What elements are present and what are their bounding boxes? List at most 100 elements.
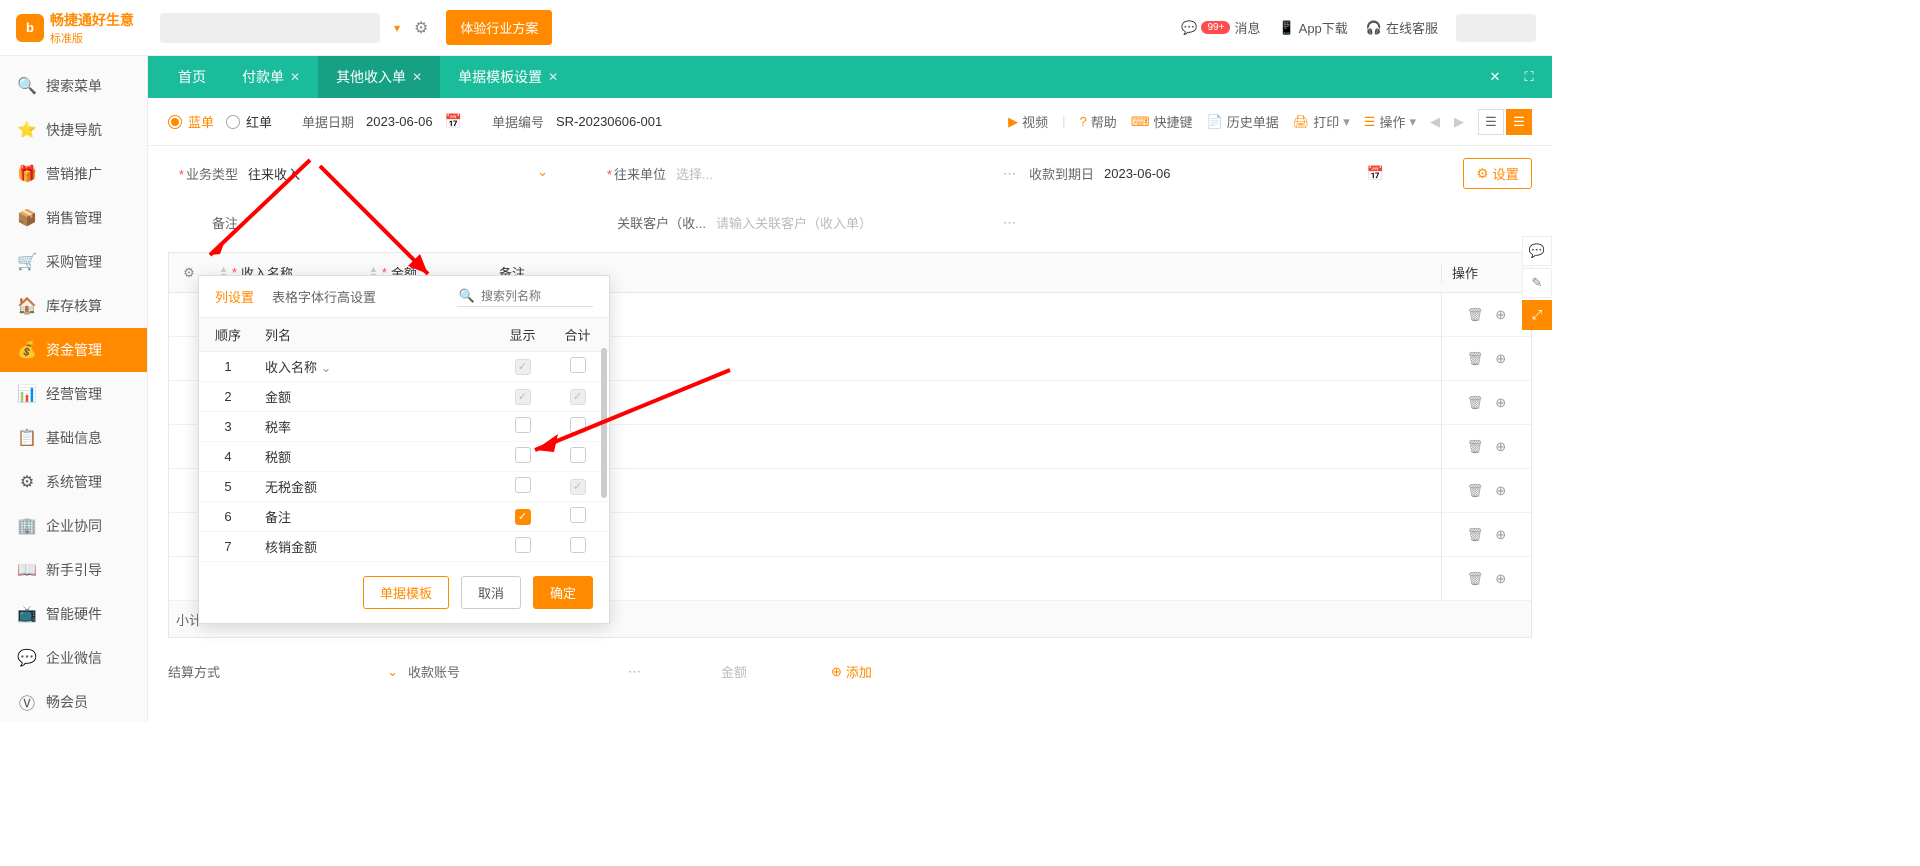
checkbox[interactable]: [515, 477, 531, 493]
due-date-input[interactable]: 2023-06-06: [1104, 166, 1357, 181]
copy-icon[interactable]: ⊕: [1495, 527, 1506, 543]
tab-1[interactable]: 付款单✕: [224, 56, 318, 98]
checkbox[interactable]: [515, 447, 531, 463]
doc-date-value[interactable]: 2023-06-06: [366, 114, 433, 129]
more-icon[interactable]: ⋯: [1003, 215, 1016, 231]
sidebar-item-3[interactable]: 📦销售管理: [0, 196, 147, 240]
rside-expand-icon[interactable]: ⤢: [1522, 300, 1552, 330]
popup-table-header: 顺序 列名 显示 合计: [199, 318, 609, 352]
close-icon[interactable]: ✕: [548, 70, 558, 84]
sidebar-item-13[interactable]: 💬企业微信: [0, 636, 147, 680]
sidebar-item-2[interactable]: 🎁营销推广: [0, 152, 147, 196]
checkbox[interactable]: [570, 357, 586, 373]
app-download-link[interactable]: 📱 App下载: [1278, 18, 1347, 37]
next-icon[interactable]: ▶: [1454, 114, 1464, 130]
tab-column-settings[interactable]: 列设置: [215, 287, 254, 306]
gear-icon[interactable]: ⚙: [414, 18, 428, 38]
settle-method-select[interactable]: ⌄: [238, 664, 398, 680]
doc-no-label: 单据编号: [492, 112, 544, 131]
template-button[interactable]: 单据模板: [363, 576, 449, 609]
copy-icon[interactable]: ⊕: [1495, 571, 1506, 587]
copy-icon[interactable]: ⊕: [1495, 439, 1506, 455]
close-icon[interactable]: ✕: [290, 70, 300, 84]
biz-type-select[interactable]: 往来收入⌄: [248, 164, 588, 184]
view-list-button[interactable]: ☰: [1478, 109, 1504, 135]
customer-service-link[interactable]: 🎧 在线客服: [1366, 18, 1438, 37]
tab-label: 单据模板设置: [458, 67, 542, 87]
delete-icon[interactable]: 🗑: [1467, 439, 1484, 455]
sidebar-item-4[interactable]: 🛒采购管理: [0, 240, 147, 284]
more-icon[interactable]: ⋯: [628, 664, 641, 680]
sidebar-item-1[interactable]: ⭐快捷导航: [0, 108, 147, 152]
copy-icon[interactable]: ⊕: [1495, 483, 1506, 499]
close-icon[interactable]: ✕: [412, 70, 422, 84]
checkbox[interactable]: [570, 417, 586, 433]
more-icon[interactable]: ⋯: [1003, 166, 1016, 182]
delete-icon[interactable]: 🗑: [1467, 307, 1484, 323]
print-link[interactable]: 🖨打印▾: [1293, 112, 1350, 131]
sidebar-item-9[interactable]: ⚙系统管理: [0, 460, 147, 504]
sidebar-item-7[interactable]: 📊经营管理: [0, 372, 147, 416]
hotkey-link[interactable]: ⌨快捷键: [1131, 112, 1193, 131]
delete-icon[interactable]: 🗑: [1467, 527, 1484, 543]
sidebar-item-14[interactable]: Ⓥ畅会员: [0, 680, 147, 724]
tab-0[interactable]: 首页: [160, 56, 224, 98]
sidebar-item-10[interactable]: 🏢企业协同: [0, 504, 147, 548]
confirm-button[interactable]: 确定: [533, 576, 593, 609]
copy-icon[interactable]: ⊕: [1495, 351, 1506, 367]
checkbox[interactable]: [515, 417, 531, 433]
calendar-icon[interactable]: 📅: [445, 113, 462, 130]
sidebar-item-5[interactable]: 🏠库存核算: [0, 284, 147, 328]
checkbox-checked[interactable]: [515, 509, 531, 525]
history-link[interactable]: 📄历史单据: [1207, 112, 1279, 131]
sidebar-item-8[interactable]: 📋基础信息: [0, 416, 147, 460]
fullscreen-icon[interactable]: ⛶: [1516, 64, 1542, 90]
video-link[interactable]: ▶视频: [1008, 112, 1048, 131]
add-button[interactable]: ⊕添加: [831, 662, 872, 681]
delete-icon[interactable]: 🗑: [1467, 483, 1484, 499]
sidebar-icon: Ⓥ: [18, 693, 36, 711]
rside-edit-icon[interactable]: ✎: [1522, 268, 1552, 298]
user-avatar[interactable]: [1456, 14, 1536, 42]
copy-icon[interactable]: ⊕: [1495, 395, 1506, 411]
copy-icon[interactable]: ⊕: [1495, 307, 1506, 323]
rel-customer-input[interactable]: 请输入关联客户（收入单）: [716, 213, 993, 232]
delete-icon[interactable]: 🗑: [1467, 571, 1484, 587]
chevron-down-icon[interactable]: ▾: [394, 21, 400, 35]
sidebar-item-0[interactable]: 🔍搜索菜单: [0, 64, 147, 108]
party-select[interactable]: 选择...: [676, 164, 993, 183]
tenant-dropdown[interactable]: [160, 13, 380, 43]
sidebar-item-12[interactable]: 📺智能硬件: [0, 592, 147, 636]
checkbox[interactable]: [570, 447, 586, 463]
blue-doc-radio[interactable]: 蓝单: [168, 112, 214, 131]
settle-method-label: 结算方式: [168, 662, 228, 681]
help-link[interactable]: ?帮助: [1080, 112, 1117, 131]
col-remark[interactable]: 备注: [489, 263, 1441, 282]
delete-icon[interactable]: 🗑: [1467, 395, 1484, 411]
prev-icon[interactable]: ◀: [1430, 114, 1440, 130]
column-search[interactable]: 🔍: [457, 286, 593, 307]
tab-2[interactable]: 其他收入单✕: [318, 56, 440, 98]
rside-chat-icon[interactable]: 💬: [1522, 236, 1552, 266]
experience-button[interactable]: 体验行业方案: [446, 10, 552, 45]
settings-button[interactable]: ⚙设置: [1463, 158, 1532, 189]
video-label: 视频: [1022, 112, 1048, 131]
checkbox[interactable]: [570, 507, 586, 523]
sidebar-item-11[interactable]: 📖新手引导: [0, 548, 147, 592]
ops-link[interactable]: ☰操作▾: [1364, 112, 1416, 131]
sidebar-item-6[interactable]: 💰资金管理: [0, 328, 147, 372]
cancel-button[interactable]: 取消: [461, 576, 521, 609]
sidebar-item-label: 经营管理: [46, 384, 102, 404]
calendar-icon[interactable]: 📅: [1367, 165, 1384, 182]
column-search-input[interactable]: [481, 289, 591, 303]
messages-link[interactable]: 💬 99+ 消息: [1181, 18, 1260, 37]
red-doc-radio[interactable]: 红单: [226, 112, 272, 131]
tab-close-all-icon[interactable]: ✕: [1482, 64, 1508, 90]
checkbox[interactable]: [570, 537, 586, 553]
popup-scrollbar[interactable]: [601, 348, 607, 498]
view-card-button[interactable]: ☰: [1506, 109, 1532, 135]
tab-3[interactable]: 单据模板设置 ✕: [440, 56, 576, 98]
checkbox[interactable]: [515, 537, 531, 553]
tab-font-settings[interactable]: 表格字体行高设置: [272, 287, 376, 306]
delete-icon[interactable]: 🗑: [1467, 351, 1484, 367]
